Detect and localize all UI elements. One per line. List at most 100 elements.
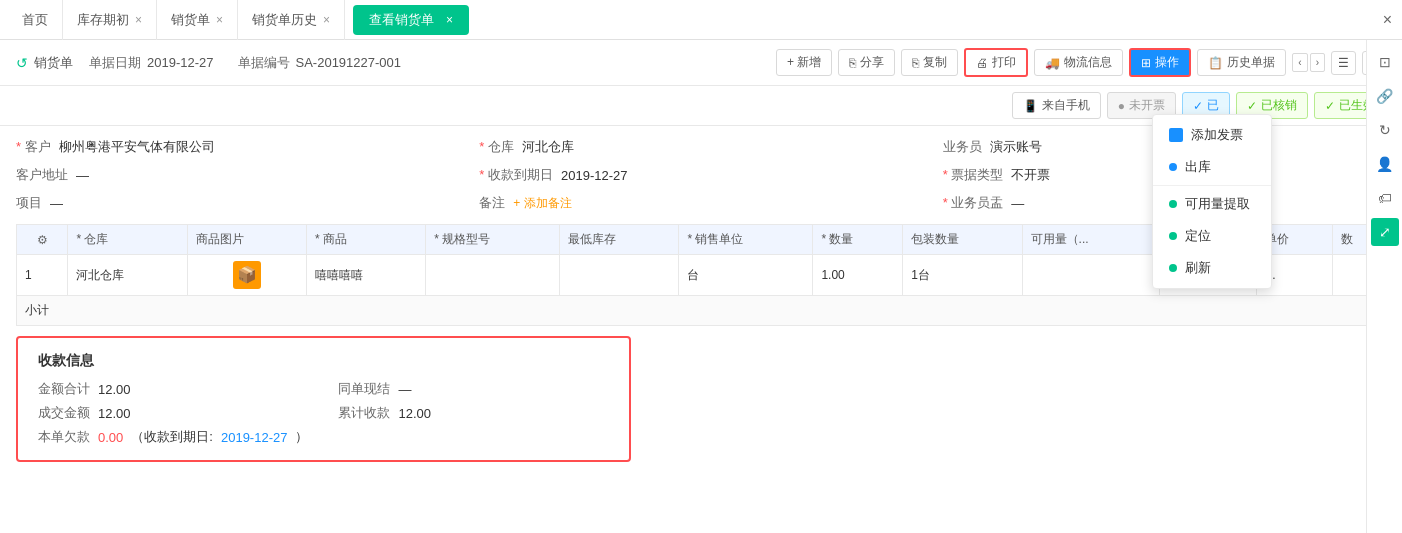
- col-package-qty: 包装数量: [903, 225, 1022, 255]
- locate-label: 定位: [1185, 227, 1211, 245]
- payment-grid: 金额合计 12.00 同单现结 — 成交金额 12.00 累计收款 12.00 …: [38, 380, 609, 446]
- tab-close-inventory[interactable]: ×: [135, 14, 142, 26]
- dropdown-add-invoice[interactable]: 添加发票: [1153, 119, 1271, 151]
- address-value: —: [76, 168, 89, 183]
- tab-sales-history[interactable]: 销货单历史 ×: [238, 0, 345, 40]
- row-quantity: 1.00: [813, 255, 903, 296]
- warehouse-value: 河北仓库: [522, 138, 574, 156]
- effect-icon: ✓: [1325, 99, 1335, 113]
- add-note-button[interactable]: + 添加备注: [513, 195, 571, 212]
- customer-label: 客户: [16, 138, 51, 156]
- dropdown-available-qty[interactable]: 可用量提取: [1153, 188, 1271, 220]
- cumulative-label: 累计收款: [338, 404, 390, 422]
- col-unit: * 销售单位: [679, 225, 813, 255]
- cumulative-value: 12.00: [398, 406, 431, 421]
- tab-close-history[interactable]: ×: [323, 14, 330, 26]
- operate-dropdown: 添加发票 出库 可用量提取 定位 刷新: [1152, 114, 1272, 289]
- col-min-stock: 最低库存: [560, 225, 679, 255]
- project-field: 项目 —: [16, 194, 459, 212]
- tab-view-sales[interactable]: 查看销货单 ×: [353, 5, 469, 35]
- due-amount-item: 本单欠款 0.00 （收款到期日: 2019-12-27 ）: [38, 428, 308, 446]
- due-amount-value: 0.00: [98, 430, 123, 445]
- payment-date-value: 2019-12-27: [561, 168, 628, 183]
- dropdown-refresh[interactable]: 刷新: [1153, 252, 1271, 284]
- new-button[interactable]: + 新增: [776, 49, 832, 76]
- deal-amount-item: 成交金额 12.00: [38, 404, 308, 422]
- tab-close-sales[interactable]: ×: [216, 14, 223, 26]
- due-date-suffix: ）: [295, 428, 308, 446]
- sidebar-expand-icon[interactable]: ⊡: [1371, 48, 1399, 76]
- doc-number-label: 单据编号: [238, 54, 290, 72]
- tab-home[interactable]: 首页: [8, 0, 63, 40]
- payment-date-label: 收款到期日: [479, 166, 553, 184]
- doc-meta: 单据日期 2019-12-27 单据编号 SA-20191227-001: [89, 54, 760, 72]
- logistics-button[interactable]: 🚚 物流信息: [1034, 49, 1123, 76]
- add-invoice-label: 添加发票: [1191, 126, 1243, 144]
- print-button[interactable]: 🖨 打印: [964, 48, 1028, 77]
- due-amount-label: 本单欠款: [38, 428, 90, 446]
- ticket-type-label: 票据类型: [943, 166, 1004, 184]
- tab-bar: 首页 库存期初 × 销货单 × 销货单历史 × 查看销货单 × ×: [0, 0, 1402, 40]
- refresh-label: 刷新: [1185, 259, 1211, 277]
- logistics-icon: 🚚: [1045, 56, 1060, 70]
- sidebar-refresh-icon[interactable]: ↻: [1371, 116, 1399, 144]
- menu-divider: [1153, 185, 1271, 186]
- address-label: 客户地址: [16, 166, 68, 184]
- tab-close-view[interactable]: ×: [446, 14, 453, 26]
- doc-date-value: 2019-12-27: [147, 55, 214, 70]
- col-settings[interactable]: ⚙: [17, 225, 68, 255]
- ticket-type-value: 不开票: [1011, 166, 1050, 184]
- prev-button[interactable]: ‹: [1292, 53, 1307, 72]
- dropdown-locate[interactable]: 定位: [1153, 220, 1271, 252]
- window-close-button[interactable]: ×: [1383, 11, 1392, 29]
- sidebar-tag-icon[interactable]: 🏷: [1371, 184, 1399, 212]
- salesperson-label: 业务员盂: [943, 194, 1004, 212]
- add-invoice-icon: [1169, 128, 1183, 142]
- history-docs-button[interactable]: 📋 历史单据: [1197, 49, 1286, 76]
- doc-type-icon: ↺: [16, 55, 28, 71]
- row-index: 1: [17, 255, 68, 296]
- sidebar-person-icon[interactable]: 👤: [1371, 150, 1399, 178]
- salesperson-value: —: [1011, 196, 1024, 211]
- subtotal-label: 小计: [17, 296, 1386, 326]
- total-amount-item: 金额合计 12.00: [38, 380, 308, 398]
- right-sidebar: ⊡ 🔗 ↻ 👤 🏷 ⤢: [1366, 40, 1402, 533]
- copy-icon: ⎘: [912, 56, 919, 70]
- row-image: 📦: [187, 255, 306, 296]
- col-spec: * 规格型号: [426, 225, 560, 255]
- list-view-button[interactable]: ☰: [1331, 51, 1356, 75]
- total-amount-value: 12.00: [98, 382, 131, 397]
- note-field: 备注 + 添加备注: [479, 194, 922, 212]
- next-button[interactable]: ›: [1310, 53, 1325, 72]
- tab-sales-order[interactable]: 销货单 ×: [157, 0, 238, 40]
- history-icon: 📋: [1208, 56, 1223, 70]
- dropdown-out-warehouse[interactable]: 出库: [1153, 151, 1271, 183]
- due-date-value: 2019-12-27: [221, 430, 288, 445]
- row-product: 嘻嘻嘻嘻: [306, 255, 425, 296]
- col-quantity: * 数量: [813, 225, 903, 255]
- tab-inventory-init[interactable]: 库存期初 ×: [63, 0, 157, 40]
- nav-arrows: ‹ ›: [1292, 53, 1325, 72]
- sidebar-link-icon[interactable]: 🔗: [1371, 82, 1399, 110]
- sidebar-fullscreen-icon[interactable]: ⤢: [1371, 218, 1399, 246]
- row-unit: 台: [679, 255, 813, 296]
- total-amount-label: 金额合计: [38, 380, 90, 398]
- col-warehouse: * 仓库: [68, 225, 187, 255]
- share-button[interactable]: ⎘ 分享: [838, 49, 895, 76]
- row-min-stock: [560, 255, 679, 296]
- share-icon: ⎘: [849, 56, 856, 70]
- due-date-prefix: （收款到期日:: [131, 428, 213, 446]
- from-phone-button[interactable]: 📱 来自手机: [1012, 92, 1101, 119]
- staff-label: 业务员: [943, 138, 982, 156]
- available-qty-label: 可用量提取: [1185, 195, 1250, 213]
- sold-icon: ✓: [1247, 99, 1257, 113]
- product-image: 📦: [233, 261, 261, 289]
- operate-button[interactable]: ⊞ 操作: [1129, 48, 1191, 77]
- confirm-icon: ✓: [1193, 99, 1203, 113]
- doc-header: ↺ 销货单 单据日期 2019-12-27 单据编号 SA-20191227-0…: [0, 40, 1402, 86]
- project-value: —: [50, 196, 63, 211]
- customer-value: 柳州粤港平安气体有限公司: [59, 138, 215, 156]
- copy-button[interactable]: ⎘ 复制: [901, 49, 958, 76]
- doc-number-field: 单据编号 SA-20191227-001: [238, 54, 402, 72]
- main-content: ↺ 销货单 单据日期 2019-12-27 单据编号 SA-20191227-0…: [0, 40, 1402, 533]
